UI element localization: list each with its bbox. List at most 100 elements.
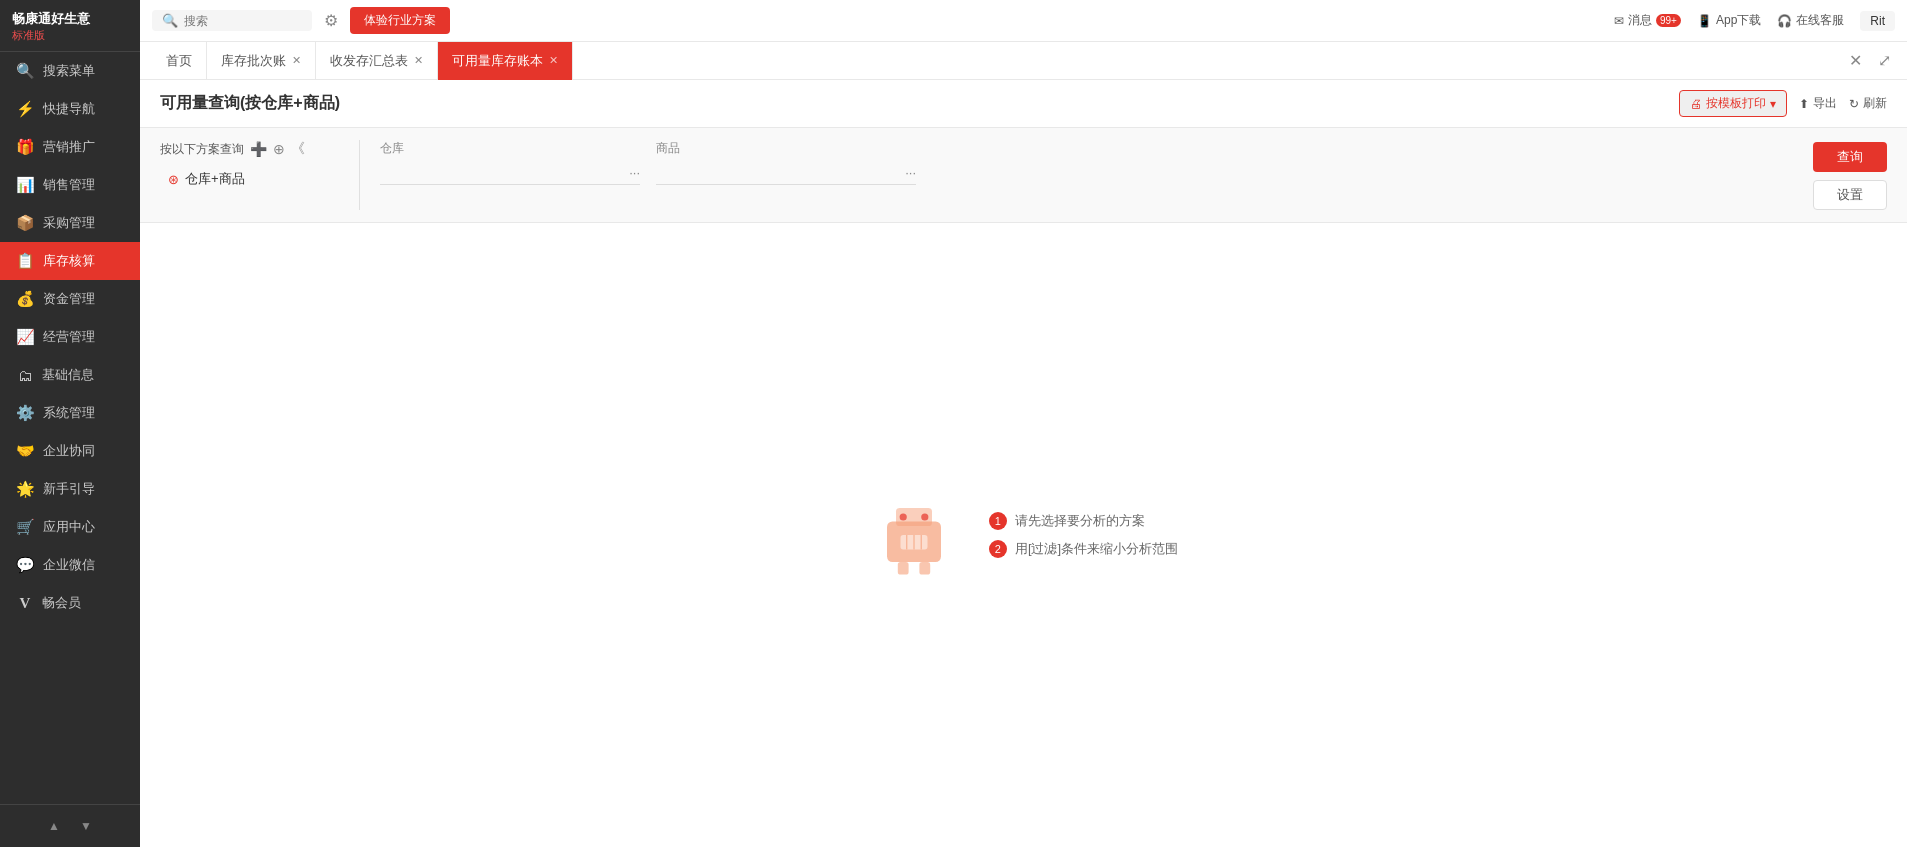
sidebar-item-label: 快捷导航 (43, 100, 95, 118)
finance-icon: 💰 (16, 290, 35, 308)
sidebar-item-finance[interactable]: 💰 资金管理 (0, 280, 140, 318)
scroll-up-icon[interactable]: ▲ (48, 819, 60, 833)
print-button[interactable]: 🖨 按模板打印 ▾ (1679, 90, 1787, 117)
topbar-right: ✉ 消息 99+ 📱 App下载 🎧 在线客服 Rit (1614, 11, 1895, 31)
sidebar-item-vip[interactable]: V 畅会员 (0, 584, 140, 622)
page-header: 可用量查询(按仓库+商品) 🖨 按模板打印 ▾ ⬆ 导出 ↻ 刷新 (140, 80, 1907, 128)
sidebar-item-wechat[interactable]: 💬 企业微信 (0, 546, 140, 584)
sidebar-item-purchase[interactable]: 📦 采购管理 (0, 204, 140, 242)
export-button[interactable]: ⬆ 导出 (1799, 95, 1837, 112)
base-icon: 🗂 (16, 367, 34, 384)
service-icon: 🎧 (1777, 14, 1792, 28)
warehouse-field-input-box[interactable]: ··· (380, 161, 640, 185)
sidebar-item-sales[interactable]: 📊 销售管理 (0, 166, 140, 204)
user-info[interactable]: Rit (1860, 11, 1895, 31)
cooperation-icon: 🤝 (16, 442, 35, 460)
goods-input[interactable] (656, 165, 901, 180)
scheme-header-label: 按以下方案查询 (160, 141, 244, 158)
add-scheme-icon[interactable]: ➕ (250, 141, 267, 157)
sidebar-item-search[interactable]: 🔍 搜索菜单 (0, 52, 140, 90)
print-dropdown-icon[interactable]: ▾ (1770, 97, 1776, 111)
sidebar-item-label: 经营管理 (43, 328, 95, 346)
settings-scheme-icon[interactable]: ⊕ (273, 141, 285, 157)
export-icon: ⬆ (1799, 97, 1809, 111)
sidebar-item-label: 库存核算 (43, 252, 95, 270)
settings-button[interactable]: 设置 (1813, 180, 1887, 210)
sidebar-item-label: 应用中心 (43, 518, 95, 536)
sidebar-item-label: 企业协同 (43, 442, 95, 460)
sidebar-item-label: 畅会员 (42, 594, 81, 612)
wechat-icon: 💬 (16, 556, 35, 574)
sidebar-item-label: 销售管理 (43, 176, 95, 194)
refresh-icon: ↻ (1849, 97, 1859, 111)
tab-batch-ledger-label: 库存批次账 (221, 52, 286, 70)
sidebar-nav: 🔍 搜索菜单 ⚡ 快捷导航 🎁 营销推广 📊 销售管理 📦 采购管理 📋 库存核… (0, 52, 140, 804)
empty-tip-2: 2 用[过滤]条件来缩小分析范围 (989, 540, 1178, 558)
sidebar-item-shortcut[interactable]: ⚡ 快捷导航 (0, 90, 140, 128)
tab-close-icon[interactable]: ✕ (414, 54, 423, 67)
refresh-button[interactable]: ↻ 刷新 (1849, 95, 1887, 112)
sidebar-item-guide[interactable]: 🌟 新手引导 (0, 470, 140, 508)
tab-recv-summary[interactable]: 收发存汇总表 ✕ (316, 42, 438, 80)
sidebar-item-label: 企业微信 (43, 556, 95, 574)
svg-rect-9 (919, 562, 930, 575)
printer-icon: 🖨 (1690, 97, 1702, 111)
system-icon: ⚙️ (16, 404, 35, 422)
refresh-label: 刷新 (1863, 95, 1887, 112)
sidebar-item-operation[interactable]: 📈 经营管理 (0, 318, 140, 356)
collapse-icon[interactable]: 《 (291, 140, 305, 158)
tab-expand-icon[interactable]: ⤢ (1874, 49, 1895, 72)
message-button[interactable]: ✉ 消息 99+ (1614, 12, 1681, 29)
tip-num-1: 1 (989, 512, 1007, 530)
tip-num-2: 2 (989, 540, 1007, 558)
logo-title: 畅康通好生意 (12, 10, 128, 28)
empty-state-inner: 1 请先选择要分析的方案 2 用[过滤]条件来缩小分析范围 (869, 490, 1178, 580)
tabbar: 首页 库存批次账 ✕ 收发存汇总表 ✕ 可用量库存账本 ✕ ✕ ⤢ (140, 42, 1907, 80)
goods-field-input-box[interactable]: ··· (656, 161, 916, 185)
user-name: Rit (1870, 14, 1885, 28)
sidebar-item-inventory[interactable]: 📋 库存核算 (0, 242, 140, 280)
box-icon: 📦 (16, 214, 35, 232)
tab-batch-ledger[interactable]: 库存批次账 ✕ (207, 42, 316, 80)
filter-field-goods: 商品 ··· (656, 140, 916, 185)
topbar-search-input[interactable] (184, 14, 302, 28)
sidebar-item-marketing[interactable]: 🎁 营销推广 (0, 128, 140, 166)
topbar-search-box[interactable]: 🔍 (152, 10, 312, 31)
svg-rect-8 (898, 562, 909, 575)
app-download-label: App下载 (1716, 12, 1761, 29)
tab-home[interactable]: 首页 (152, 42, 207, 80)
export-label: 导出 (1813, 95, 1837, 112)
topbar-search-icon: 🔍 (162, 13, 178, 28)
empty-illustration (869, 490, 959, 580)
lightning-icon: ⚡ (16, 100, 35, 118)
page-header-actions: 🖨 按模板打印 ▾ ⬆ 导出 ↻ 刷新 (1679, 90, 1887, 117)
sidebar-item-appstore[interactable]: 🛒 应用中心 (0, 508, 140, 546)
warehouse-input[interactable] (380, 165, 625, 180)
message-label: 消息 (1628, 12, 1652, 29)
online-service-button[interactable]: 🎧 在线客服 (1777, 12, 1844, 29)
sidebar-item-base[interactable]: 🗂 基础信息 (0, 356, 140, 394)
tab-close-icon[interactable]: ✕ (292, 54, 301, 67)
sidebar-item-label: 新手引导 (43, 480, 95, 498)
goods-more-icon[interactable]: ··· (905, 165, 916, 180)
tab-available-ledger-label: 可用量库存账本 (452, 52, 543, 70)
message-icon: ✉ (1614, 14, 1624, 28)
tab-close-all-icon[interactable]: ✕ (1845, 49, 1866, 72)
trial-button[interactable]: 体验行业方案 (350, 7, 450, 34)
app-download-button[interactable]: 📱 App下载 (1697, 12, 1761, 29)
scheme-item-warehouse-goods[interactable]: ⊛ 仓库+商品 (160, 166, 347, 192)
scroll-down-icon[interactable]: ▼ (80, 819, 92, 833)
sidebar-item-label: 资金管理 (43, 290, 95, 308)
guide-icon: 🌟 (16, 480, 35, 498)
topbar-settings-icon[interactable]: ⚙ (324, 11, 338, 30)
sidebar-item-label: 采购管理 (43, 214, 95, 232)
sidebar-item-system[interactable]: ⚙️ 系统管理 (0, 394, 140, 432)
tab-available-ledger[interactable]: 可用量库存账本 ✕ (438, 42, 573, 80)
tab-close-icon[interactable]: ✕ (549, 54, 558, 67)
warehouse-more-icon[interactable]: ··· (629, 165, 640, 180)
main-content: 🔍 ⚙ 体验行业方案 ✉ 消息 99+ 📱 App下载 🎧 在线客服 Rit (140, 0, 1907, 847)
sidebar-item-cooperation[interactable]: 🤝 企业协同 (0, 432, 140, 470)
filter-field-warehouse: 仓库 ··· (380, 140, 640, 185)
query-button[interactable]: 查询 (1813, 142, 1887, 172)
message-badge: 99+ (1656, 14, 1681, 27)
